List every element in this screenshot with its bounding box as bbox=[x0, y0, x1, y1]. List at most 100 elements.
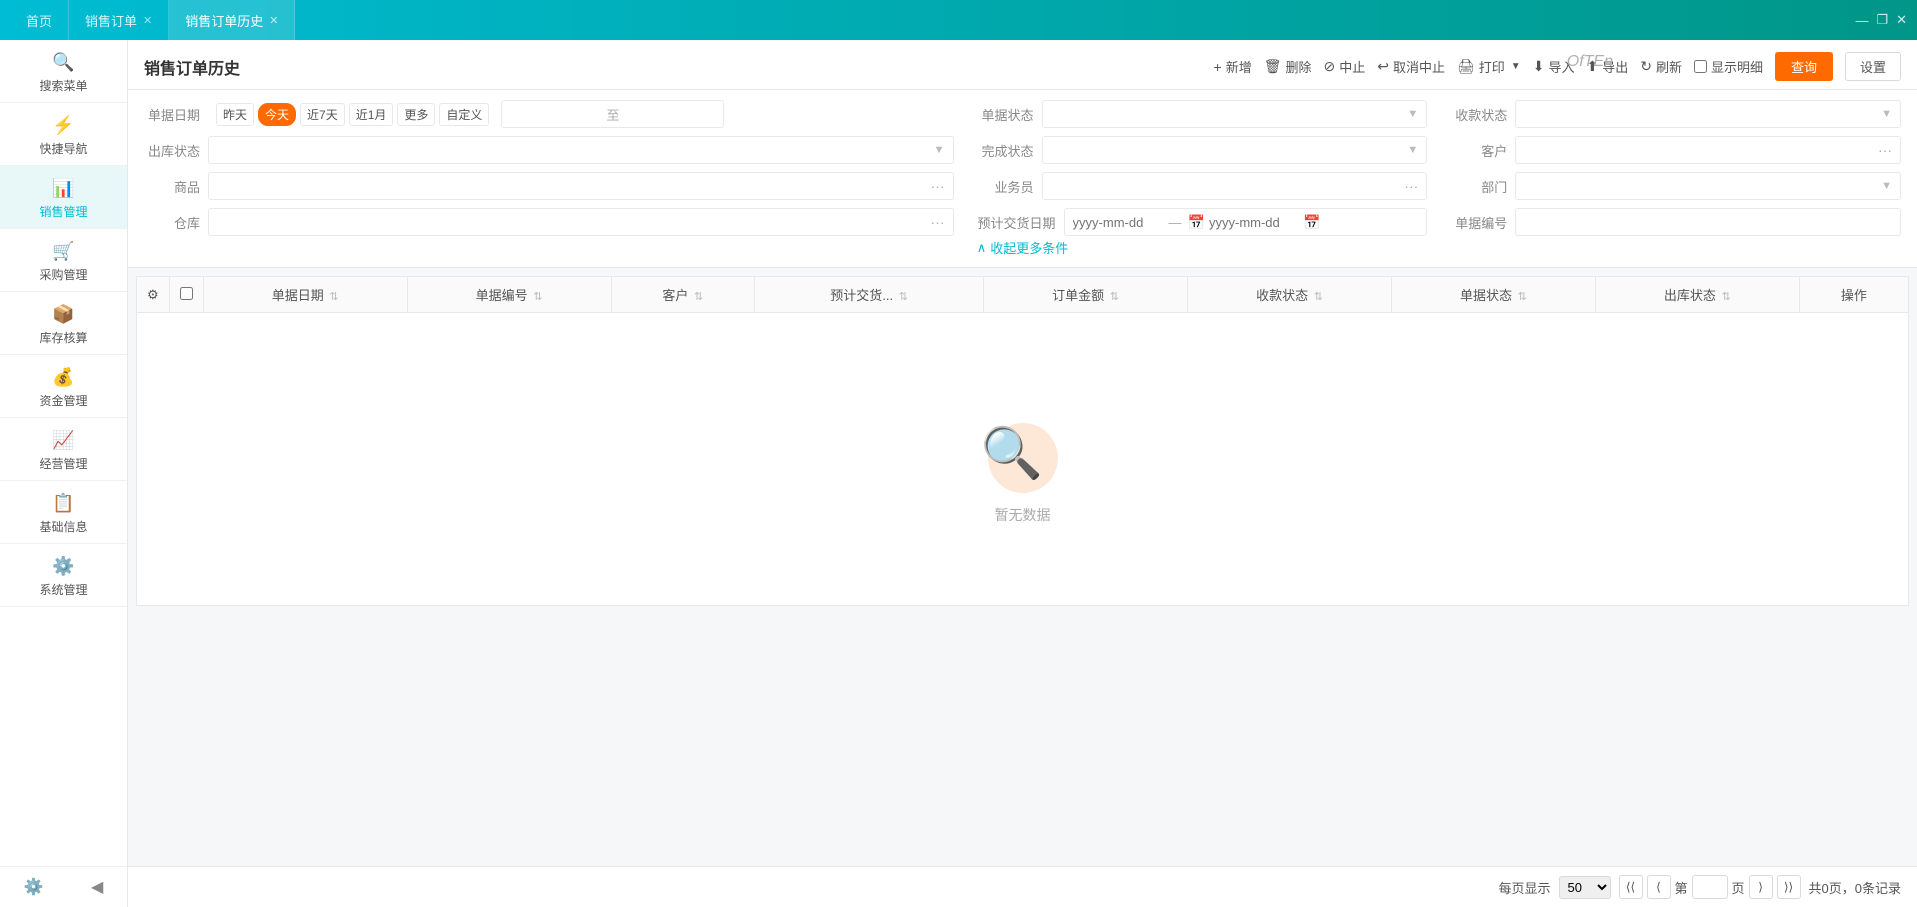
doc-status-select[interactable]: ▼ bbox=[1042, 100, 1428, 128]
refresh-button[interactable]: ↻ 刷新 bbox=[1640, 57, 1682, 76]
payment-status-select[interactable]: ▼ bbox=[1515, 100, 1901, 128]
sidebar-item-inventory-calc[interactable]: 📦 库存核算 bbox=[0, 292, 127, 355]
warehouse-status-select[interactable]: ▼ bbox=[208, 136, 954, 164]
tab-sales-order-close[interactable]: ✕ bbox=[143, 14, 152, 27]
doc-number-input[interactable] bbox=[1515, 208, 1901, 236]
filter-product-label: 商品 bbox=[144, 177, 200, 196]
sidebar-item-ops-mgmt[interactable]: 📈 经营管理 bbox=[0, 418, 127, 481]
salesperson-input[interactable]: ··· bbox=[1042, 172, 1428, 200]
col-payment-status[interactable]: 收款状态 ⇅ bbox=[1188, 277, 1392, 313]
customer-input[interactable]: ··· bbox=[1515, 136, 1901, 164]
qd-more[interactable]: 更多 bbox=[397, 103, 435, 126]
col-check[interactable] bbox=[169, 277, 203, 313]
sidebar-item-base-info[interactable]: 📋 基础信息 bbox=[0, 481, 127, 544]
settings-button[interactable]: 设置 bbox=[1845, 52, 1901, 81]
stop-button[interactable]: ⊘ 中止 bbox=[1324, 57, 1366, 76]
filter-warehouse-label: 仓库 bbox=[144, 213, 200, 232]
col-date[interactable]: 单据日期 ⇅ bbox=[203, 277, 407, 313]
qd-7days[interactable]: 近7天 bbox=[300, 103, 345, 126]
col-delivery-label: 预计交货... bbox=[830, 288, 893, 303]
first-page-button[interactable]: ⟨⟨ bbox=[1619, 875, 1643, 899]
sidebar-item-sys-mgmt[interactable]: ⚙️ 系统管理 bbox=[0, 544, 127, 607]
date-range-input[interactable]: 2023-06-02 至 2023-06-02 bbox=[501, 100, 724, 128]
tab-sales-order-history[interactable]: 销售订单历史 ✕ bbox=[169, 0, 295, 40]
qd-custom[interactable]: 自定义 bbox=[439, 103, 489, 126]
display-toggle-checkbox[interactable] bbox=[1694, 60, 1707, 73]
qd-1month[interactable]: 近1月 bbox=[349, 103, 394, 126]
display-toggle-label: 显示明细 bbox=[1711, 57, 1763, 76]
filter-payment-status: 收款状态 ▼ bbox=[1451, 100, 1901, 128]
tab-sales-order[interactable]: 销售订单 ✕ bbox=[69, 0, 169, 40]
delivery-cal-start-icon[interactable]: 📅 bbox=[1188, 214, 1205, 231]
date-start-input[interactable]: 2023-06-02 bbox=[510, 107, 600, 122]
sidebar-item-capital-mgmt[interactable]: 💰 资金管理 bbox=[0, 355, 127, 418]
new-button[interactable]: + 新增 bbox=[1214, 57, 1252, 76]
delivery-end-input[interactable] bbox=[1209, 215, 1299, 230]
import-button[interactable]: ⬇ 导入 bbox=[1533, 57, 1575, 76]
col-settings[interactable]: ⚙ bbox=[137, 277, 170, 313]
import-icon: ⬇ bbox=[1533, 58, 1545, 75]
delivery-cal-end-icon[interactable]: 📅 bbox=[1303, 214, 1320, 231]
cancel-stop-button[interactable]: ↩ 取消中止 bbox=[1377, 57, 1445, 76]
select-all-checkbox[interactable] bbox=[180, 287, 193, 300]
tab-home[interactable]: 首页 bbox=[10, 0, 69, 40]
next-page-button[interactable]: ⟩ bbox=[1749, 875, 1773, 899]
dept-select[interactable]: ▼ bbox=[1515, 172, 1901, 200]
complete-status-select[interactable]: ▼ bbox=[1042, 136, 1428, 164]
sidebar-item-purchase-mgmt[interactable]: 🛒 采购管理 bbox=[0, 229, 127, 292]
date-end-input[interactable]: 2023-06-02 bbox=[625, 107, 715, 122]
delivery-start-input[interactable] bbox=[1073, 215, 1163, 230]
display-toggle[interactable]: 显示明细 bbox=[1694, 57, 1763, 76]
window-restore-icon[interactable]: ❐ bbox=[1876, 12, 1888, 28]
warehouse-input[interactable]: ··· bbox=[208, 208, 954, 236]
table-header: ⚙ 单据日期 ⇅ 单据编号 ⇅ bbox=[137, 277, 1909, 313]
col-customer-sort-icon: ⇅ bbox=[694, 291, 703, 303]
col-amount[interactable]: 订单金额 ⇅ bbox=[984, 277, 1188, 313]
per-page-select[interactable]: 50 10 20 100 bbox=[1559, 876, 1611, 899]
qd-yesterday[interactable]: 昨天 bbox=[216, 103, 254, 126]
print-button[interactable]: 🖨 打印 ▼ bbox=[1457, 57, 1521, 76]
col-delivery-sort-icon: ⇅ bbox=[899, 291, 908, 303]
date-separator: 至 bbox=[606, 105, 619, 124]
settings-bottom-icon[interactable]: ⚙️ bbox=[24, 877, 44, 897]
col-number[interactable]: 单据编号 ⇅ bbox=[407, 277, 611, 313]
window-close-icon[interactable]: ✕ bbox=[1896, 12, 1907, 28]
salesperson-dots-icon[interactable]: ··· bbox=[1404, 178, 1418, 194]
col-warehouse-status[interactable]: 出库状态 ⇅ bbox=[1595, 277, 1799, 313]
filter-row-2: 出库状态 ▼ 完成状态 ▼ 客户 bbox=[144, 136, 1901, 164]
prev-page-button[interactable]: ⟨ bbox=[1647, 875, 1671, 899]
export-icon: ⬆ bbox=[1586, 58, 1598, 75]
page-number-input[interactable]: 1 bbox=[1692, 875, 1728, 899]
sidebar-item-sales-mgmt[interactable]: 📊 销售管理 bbox=[0, 166, 127, 229]
customer-dots-icon[interactable]: ··· bbox=[1878, 142, 1892, 158]
query-button[interactable]: 查询 bbox=[1775, 52, 1833, 81]
top-bar-right: — ❐ ✕ bbox=[1855, 12, 1907, 28]
warehouse-dots-icon[interactable]: ··· bbox=[931, 214, 945, 230]
qd-today[interactable]: 今天 bbox=[258, 103, 296, 126]
col-delivery[interactable]: 预计交货... ⇅ bbox=[755, 277, 984, 313]
col-action: 操作 bbox=[1799, 277, 1908, 313]
dept-arrow-icon: ▼ bbox=[1881, 180, 1892, 192]
pagination-bar: 每页显示 50 10 20 100 ⟨⟨ ⟨ 第 1 页 ⟩ ⟩⟩ 共0页，0条… bbox=[128, 866, 1917, 907]
tab-sales-order-history-close[interactable]: ✕ bbox=[269, 14, 278, 27]
search-menu-icon: 🔍 bbox=[52, 52, 74, 73]
last-page-button[interactable]: ⟩⟩ bbox=[1777, 875, 1801, 899]
product-input[interactable]: ··· bbox=[208, 172, 954, 200]
stop-icon: ⊘ bbox=[1324, 58, 1336, 75]
ops-mgmt-icon: 📈 bbox=[52, 430, 74, 451]
collapse-row[interactable]: ∧ 收起更多条件 bbox=[144, 236, 1901, 257]
table-settings-icon[interactable]: ⚙ bbox=[147, 287, 159, 302]
col-customer[interactable]: 客户 ⇅ bbox=[611, 277, 755, 313]
filter-payment-status-label: 收款状态 bbox=[1451, 105, 1507, 124]
product-dots-icon[interactable]: ··· bbox=[931, 178, 945, 194]
delete-button[interactable]: 🗑 删除 bbox=[1264, 57, 1312, 76]
sidebar-item-search-menu[interactable]: 🔍 搜索菜单 bbox=[0, 40, 127, 103]
toolbar: + 新增 🗑 删除 ⊘ 中止 ↩ 取消中止 🖨 打印 bbox=[1214, 52, 1902, 81]
window-minimize-icon[interactable]: — bbox=[1855, 13, 1868, 28]
delivery-date-range[interactable]: — 📅 📅 bbox=[1064, 208, 1428, 236]
collapse-sidebar-icon[interactable]: ◀ bbox=[91, 877, 103, 897]
col-customer-label: 客户 bbox=[662, 288, 688, 303]
sidebar-item-quick-nav[interactable]: ⚡ 快捷导航 bbox=[0, 103, 127, 166]
export-button[interactable]: ⬆ 导出 bbox=[1586, 57, 1628, 76]
col-doc-status[interactable]: 单据状态 ⇅ bbox=[1391, 277, 1595, 313]
